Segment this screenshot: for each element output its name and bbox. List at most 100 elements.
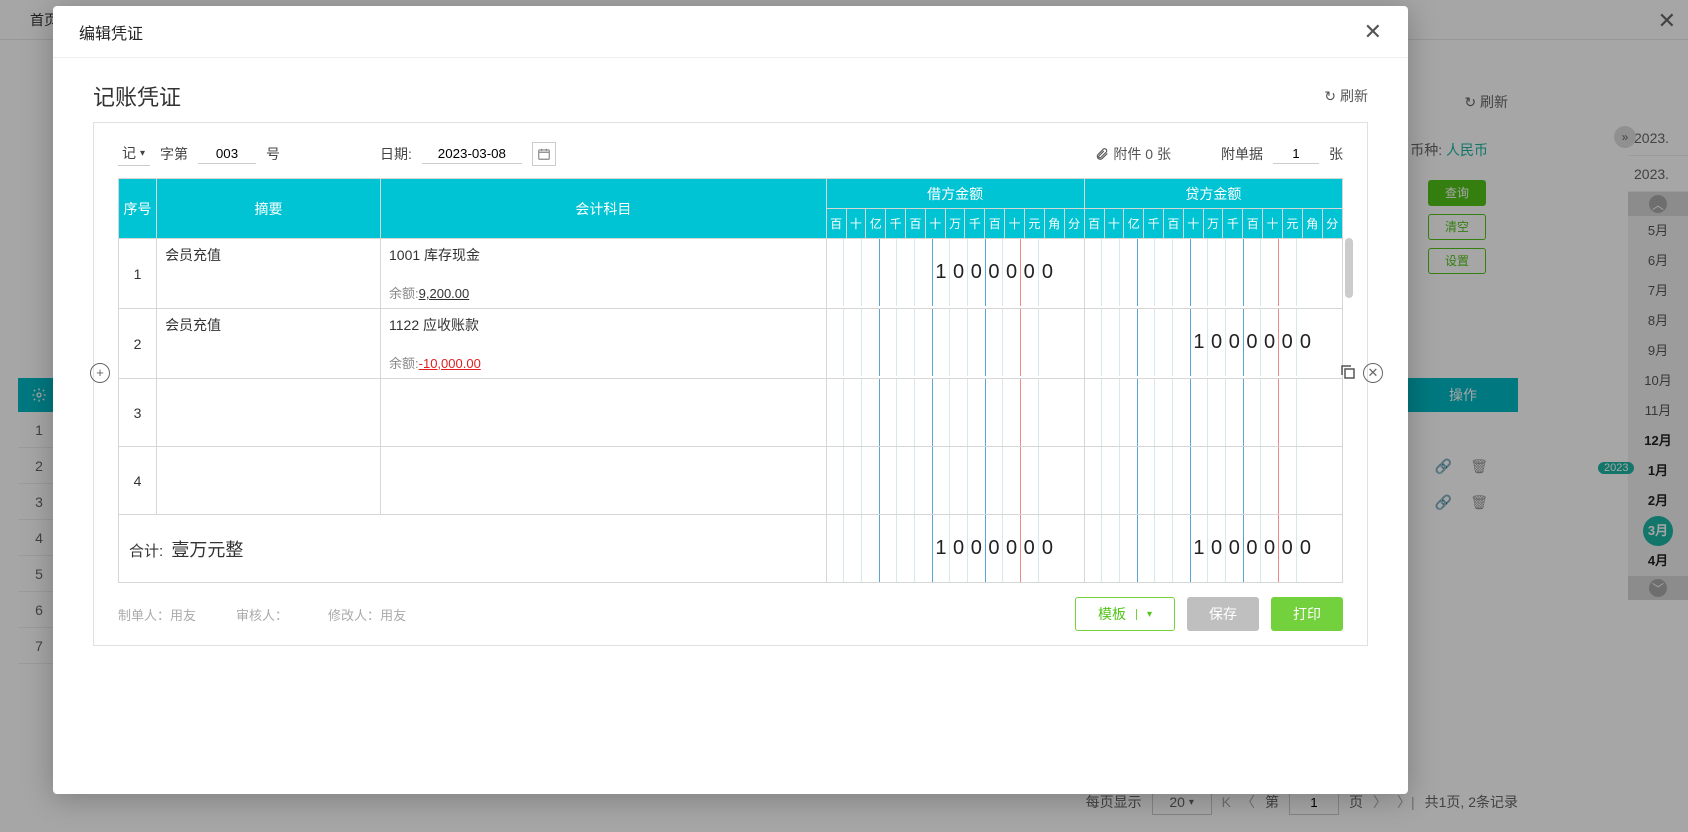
unit-header: 十 (925, 209, 945, 239)
template-button[interactable]: 模板▾ (1075, 597, 1175, 631)
maker-label: 制单人： (118, 608, 170, 623)
row-credit[interactable] (1084, 239, 1342, 309)
row-account[interactable]: 1001 库存现金余额:9,200.00 (381, 239, 827, 309)
attachment-link[interactable]: 附件 0 张 (1095, 144, 1171, 164)
scrollbar-indicator[interactable] (1345, 238, 1353, 298)
row-credit[interactable] (1084, 379, 1342, 447)
digit-cell (986, 447, 1004, 514)
digit-cell (1279, 239, 1297, 306)
digit-cell (1226, 447, 1244, 514)
modal-refresh-button[interactable]: ↻ 刷新 (1324, 86, 1368, 106)
total-debit: 1000000 (826, 515, 1084, 583)
digit-cell (1085, 379, 1103, 446)
voucher-row[interactable]: 2会员充值1122 应收账款余额:-10,000.00 1000000 (119, 309, 1343, 379)
unit-header: 千 (1144, 209, 1164, 239)
row-debit[interactable] (826, 379, 1084, 447)
digit-cell (862, 515, 880, 582)
digit-cell (1173, 239, 1191, 306)
digit-cell (1261, 239, 1279, 306)
digit-cell (880, 379, 898, 446)
row-summary[interactable] (157, 379, 381, 447)
digit-cell (1120, 447, 1138, 514)
unit-header: 亿 (866, 209, 886, 239)
digit-cell: 0 (968, 515, 986, 582)
row-account[interactable] (381, 379, 827, 447)
delete-row-icon[interactable]: ✕ (1363, 363, 1383, 383)
row-seq: 2 (119, 309, 157, 379)
digit-cell (1155, 379, 1173, 446)
unit-header: 千 (886, 209, 906, 239)
attach-label: 附件 0 张 (1113, 144, 1171, 164)
digit-cell (880, 309, 898, 376)
digit-cell (844, 515, 862, 582)
voucher-row[interactable]: 4 (119, 447, 1343, 515)
row-debit[interactable] (826, 309, 1084, 379)
digit-cell (933, 447, 951, 514)
save-button[interactable]: 保存 (1187, 597, 1259, 631)
digit-cell (1102, 379, 1120, 446)
digit-cell: 0 (950, 515, 968, 582)
digit-cell (827, 447, 845, 514)
digit-cell (897, 515, 915, 582)
digit-cell: 0 (950, 239, 968, 306)
digit-cell (1208, 239, 1226, 306)
unit-header: 角 (1044, 209, 1064, 239)
date-input[interactable] (422, 144, 522, 164)
digit-cell: 1 (933, 515, 951, 582)
row-summary[interactable]: 会员充值 (157, 239, 381, 309)
row-debit[interactable] (826, 447, 1084, 515)
voucher-number-input[interactable] (198, 144, 256, 164)
reviewer-label: 审核人： (236, 608, 288, 623)
row-account[interactable]: 1122 应收账款余额:-10,000.00 (381, 309, 827, 379)
digit-cell: 0 (1297, 515, 1315, 582)
digit-cell (897, 379, 915, 446)
digit-cell (844, 379, 862, 446)
row-credit[interactable]: 1000000 (1084, 309, 1342, 379)
unit-header: 万 (1203, 209, 1223, 239)
digit-cell (1173, 515, 1191, 582)
row-seq: 3 (119, 379, 157, 447)
digit-cell: 0 (986, 239, 1004, 306)
chevron-down-icon[interactable]: ▾ (1136, 609, 1152, 620)
total-cn-amount: 壹万元整 (171, 540, 243, 560)
calendar-icon[interactable] (532, 142, 556, 166)
digit-cell (880, 447, 898, 514)
fudanju-input[interactable] (1273, 144, 1319, 164)
digit-cell (880, 515, 898, 582)
voucher-card: 记 ▾ 字第 号 日期: 附件 0 张 附单据 张 (93, 122, 1368, 646)
voucher-row[interactable]: 1会员充值1001 库存现金余额:9,200.001000000 (119, 239, 1343, 309)
voucher-type-select[interactable]: 记 ▾ (118, 141, 150, 166)
row-summary[interactable] (157, 447, 381, 515)
digit-cell (1085, 239, 1103, 306)
digit-cell (1102, 239, 1120, 306)
print-button[interactable]: 打印 (1271, 597, 1343, 631)
digit-cell (1039, 379, 1057, 446)
digit-cell (862, 379, 880, 446)
th-summary: 摘要 (157, 179, 381, 239)
row-debit[interactable]: 1000000 (826, 239, 1084, 309)
digit-cell (1003, 379, 1021, 446)
voucher-meta-row: 记 ▾ 字第 号 日期: 附件 0 张 附单据 张 (104, 141, 1357, 178)
digit-cell (1021, 309, 1039, 376)
digit-cell (968, 379, 986, 446)
unit-header: 万 (945, 209, 965, 239)
close-icon[interactable]: ✕ (1364, 19, 1382, 45)
digit-cell: 0 (1244, 515, 1262, 582)
row-account[interactable] (381, 447, 827, 515)
digit-cell (827, 379, 845, 446)
digit-cell: 0 (1003, 239, 1021, 306)
add-row-icon[interactable]: + (90, 363, 110, 383)
digit-cell (1155, 515, 1173, 582)
digit-cell (897, 447, 915, 514)
digit-cell (1138, 239, 1156, 306)
row-summary[interactable]: 会员充值 (157, 309, 381, 379)
digit-cell (1208, 379, 1226, 446)
unit-header: 分 (1322, 209, 1342, 239)
th-seq: 序号 (119, 179, 157, 239)
row-actions: ✕ (1339, 363, 1383, 383)
voucher-row[interactable]: 3 (119, 379, 1343, 447)
row-credit[interactable] (1084, 447, 1342, 515)
edit-voucher-modal: 编辑凭证 ✕ 记账凭证 ↻ 刷新 记 ▾ 字第 号 日期: (53, 6, 1408, 794)
digit-cell (862, 447, 880, 514)
copy-row-icon[interactable] (1339, 363, 1357, 383)
